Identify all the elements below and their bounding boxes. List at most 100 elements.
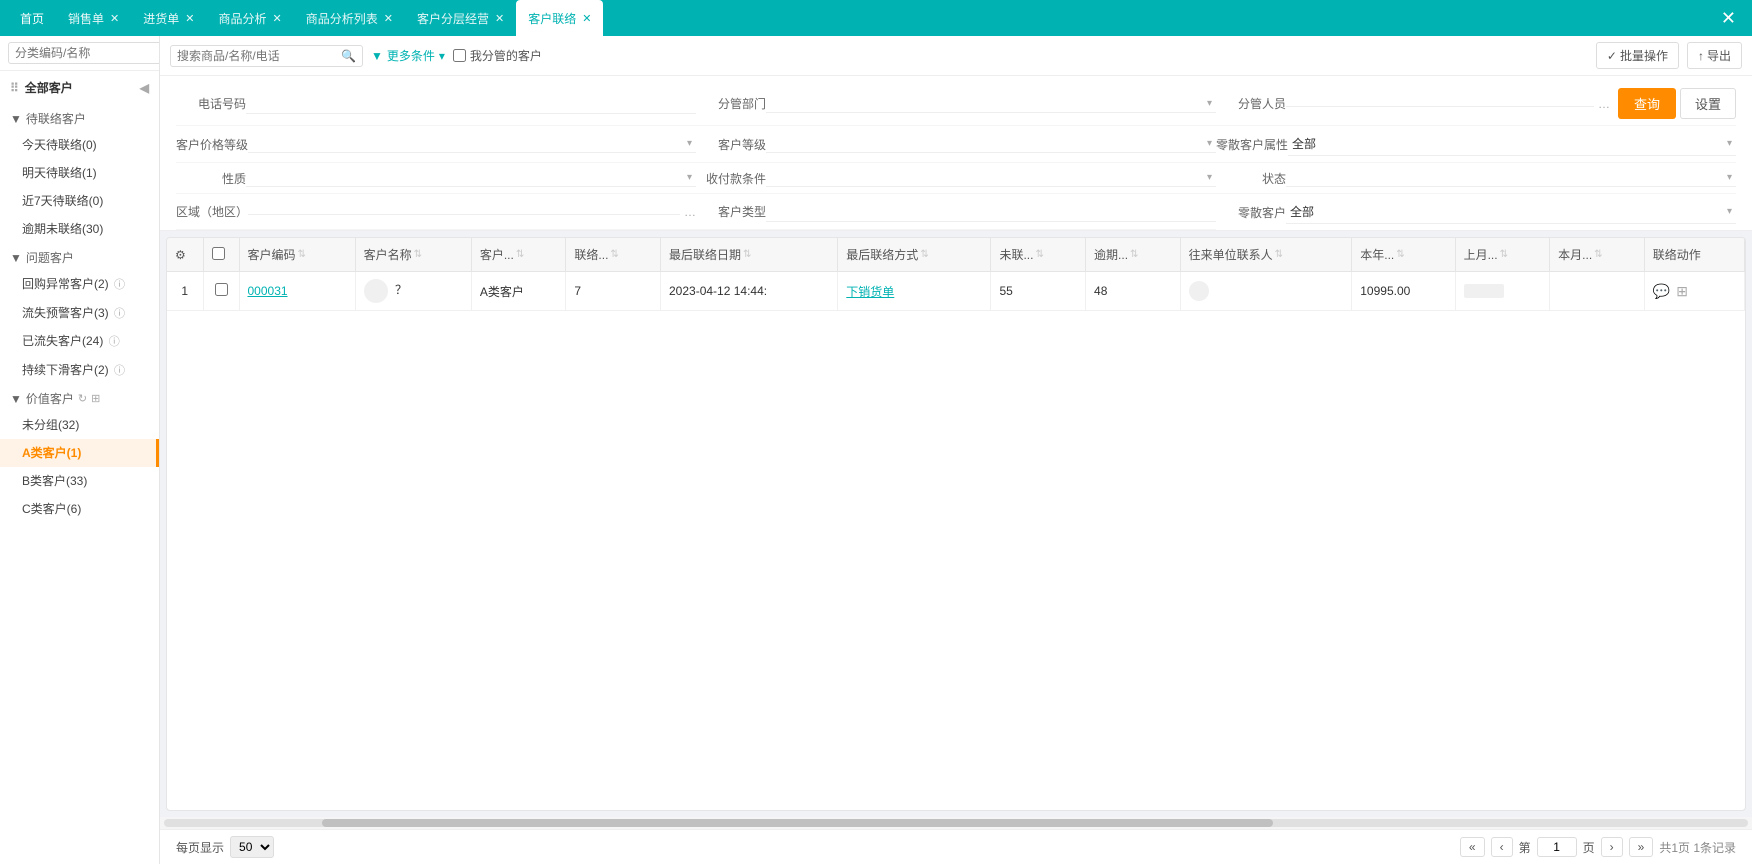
close-customer-contact-tab[interactable]: ✕: [582, 12, 591, 25]
nav-tab-home[interactable]: 首页: [8, 0, 56, 36]
value-section-title[interactable]: ▼ 价值客户 ↻ ⊞: [0, 384, 159, 411]
sidebar-item-week-pending[interactable]: 近7天待联络(0): [0, 187, 159, 215]
sidebar-item-churned[interactable]: 已流失客户(24) ⓘ: [0, 327, 159, 356]
select-payment[interactable]: ▾: [766, 169, 1216, 187]
select-sparse-customer[interactable]: 全部 ▾: [1286, 200, 1736, 224]
sort-code-icon[interactable]: ⇅: [298, 249, 306, 260]
filter-my-customers[interactable]: 我分管的客户: [453, 47, 542, 64]
page-size-select[interactable]: 50: [230, 836, 274, 858]
sidebar-item-declining[interactable]: 持续下滑客户(2) ⓘ: [0, 356, 159, 385]
close-goods-analysis-tab[interactable]: ✕: [273, 12, 282, 25]
nav-tab-purchase[interactable]: 进货单 ✕: [131, 0, 206, 36]
input-customer-type[interactable]: [766, 201, 1216, 222]
select-all-checkbox[interactable]: [212, 247, 225, 260]
label-manager: 分管人员: [1216, 95, 1286, 112]
select-sparse-attr[interactable]: 全部 ▾: [1288, 132, 1736, 156]
sidebar-item-today-pending[interactable]: 今天待联络(0): [0, 131, 159, 159]
close-customer-layer-tab[interactable]: ✕: [495, 12, 504, 25]
th-action: 联络动作: [1644, 238, 1744, 272]
next-page-button[interactable]: ›: [1601, 837, 1623, 857]
dept-arrow: ▾: [1207, 98, 1212, 109]
nav-tab-goods-analysis[interactable]: 商品分析 ✕: [206, 0, 293, 36]
nav-close-app[interactable]: ✕: [1713, 8, 1744, 29]
input-phone[interactable]: [246, 93, 696, 114]
sort-level-icon[interactable]: ⇅: [516, 249, 524, 260]
th-company-contact: 往来单位联系人 ⇅: [1180, 238, 1352, 272]
settings-gear-icon[interactable]: ⚙: [175, 248, 186, 262]
td-level: A类客户: [471, 272, 566, 311]
region-dots[interactable]: …: [684, 205, 696, 219]
sort-no-contact-icon[interactable]: ⇅: [1035, 249, 1043, 260]
filter-row-sparse-attr: 零散客户属性 全部 ▾: [1216, 126, 1736, 163]
sort-contact-icon[interactable]: ⇅: [610, 249, 618, 260]
sidebar-item-c-class[interactable]: C类客户(6): [0, 495, 159, 523]
sidebar-search-input[interactable]: [8, 42, 160, 64]
row-checkbox[interactable]: [215, 283, 228, 296]
nav-tab-goods-analysis-list[interactable]: 商品分析列表 ✕: [294, 0, 405, 36]
my-customers-checkbox[interactable]: [453, 49, 466, 62]
sidebar-collapse-icon[interactable]: ◀: [140, 81, 149, 95]
sidebar-item-overdue-pending[interactable]: 逾期未联络(30): [0, 215, 159, 243]
nav-tab-customer-layer[interactable]: 客户分层经营 ✕: [405, 0, 516, 36]
select-dept[interactable]: ▾: [766, 95, 1216, 113]
grid-action-icon[interactable]: ⊞: [1676, 283, 1688, 300]
pending-section-title[interactable]: ▼ 待联络客户: [0, 104, 159, 131]
query-button[interactable]: 查询: [1618, 88, 1676, 119]
nav-tab-sales[interactable]: 销售单 ✕: [56, 0, 131, 36]
customer-code-link[interactable]: 000031: [248, 284, 288, 298]
last-method-link[interactable]: 下销货单: [846, 285, 894, 299]
info-icon-3[interactable]: ⓘ: [114, 365, 125, 377]
select-nature[interactable]: ▾: [246, 169, 696, 187]
select-status[interactable]: ▾: [1286, 169, 1736, 187]
sort-name-icon[interactable]: ⇅: [414, 249, 422, 260]
sort-this-month-icon[interactable]: ⇅: [1594, 249, 1602, 260]
scrollbar-thumb[interactable]: [322, 819, 1272, 827]
sidebar-item-ungrouped[interactable]: 未分组(32): [0, 411, 159, 439]
sidebar-item-churn-warning[interactable]: 流失预警客户(3) ⓘ: [0, 299, 159, 328]
select-customer-level[interactable]: ▾: [766, 135, 1216, 153]
sort-method-icon[interactable]: ⇅: [920, 249, 928, 260]
info-icon-2[interactable]: ⓘ: [109, 336, 120, 348]
first-page-button[interactable]: «: [1460, 837, 1485, 857]
filter-search-icon[interactable]: 🔍: [341, 49, 356, 63]
value-settings-icon[interactable]: ⊞: [91, 392, 100, 405]
sidebar-item-tomorrow-pending[interactable]: 明天待联络(1): [0, 159, 159, 187]
sort-year-icon[interactable]: ⇅: [1396, 249, 1404, 260]
close-purchase-tab[interactable]: ✕: [185, 12, 194, 25]
label-customer-type: 客户类型: [696, 203, 766, 220]
horizontal-scrollbar[interactable]: [160, 817, 1752, 829]
value-refresh-icon[interactable]: ↻: [78, 392, 87, 405]
problem-section-title[interactable]: ▼ 问题客户: [0, 243, 159, 270]
input-region[interactable]: [248, 208, 680, 215]
page-input[interactable]: [1537, 837, 1577, 857]
close-goods-list-tab[interactable]: ✕: [384, 12, 393, 25]
sort-last-month-icon[interactable]: ⇅: [1500, 249, 1508, 260]
filter-more-conditions[interactable]: ▼ 更多条件 ▾: [371, 47, 445, 64]
all-customers-header[interactable]: ⠿ 全部客户 ◀: [0, 71, 159, 104]
settings-button[interactable]: 设置: [1680, 88, 1736, 119]
input-manager[interactable]: [1286, 100, 1594, 107]
export-button[interactable]: ↑ 导出: [1687, 42, 1742, 69]
select-price-level[interactable]: ▾: [248, 135, 696, 153]
info-icon-1[interactable]: ⓘ: [114, 308, 125, 320]
filter-search-input[interactable]: [177, 49, 337, 63]
page-size-section: 每页显示 50: [176, 836, 274, 858]
manager-dots[interactable]: …: [1598, 97, 1610, 111]
message-action-icon[interactable]: 💬: [1653, 283, 1670, 300]
prev-page-button[interactable]: ‹: [1491, 837, 1513, 857]
sidebar-item-b-class[interactable]: B类客户(33): [0, 467, 159, 495]
info-icon-0[interactable]: ⓘ: [114, 279, 125, 291]
sort-overdue-icon[interactable]: ⇅: [1130, 249, 1138, 260]
sidebar-item-repurchase-abnormal[interactable]: 回购异常客户(2) ⓘ: [0, 270, 159, 299]
close-sales-tab[interactable]: ✕: [110, 12, 119, 25]
td-contact-count: 7: [566, 272, 661, 311]
nav-tab-customer-contact[interactable]: 客户联络 ✕: [516, 0, 603, 36]
sidebar-item-a-class[interactable]: A类客户(1): [0, 439, 159, 467]
sort-company-icon[interactable]: ⇅: [1275, 249, 1283, 260]
last-page-button[interactable]: »: [1629, 837, 1654, 857]
nature-arrow: ▾: [687, 172, 692, 183]
filter-row-dept: 分管部门 ▾: [696, 82, 1216, 126]
filter-row-manager: 分管人员 … 查询 设置: [1216, 82, 1736, 126]
sort-date-icon[interactable]: ⇅: [743, 249, 751, 260]
batch-op-button[interactable]: ✓ 批量操作: [1596, 42, 1679, 69]
